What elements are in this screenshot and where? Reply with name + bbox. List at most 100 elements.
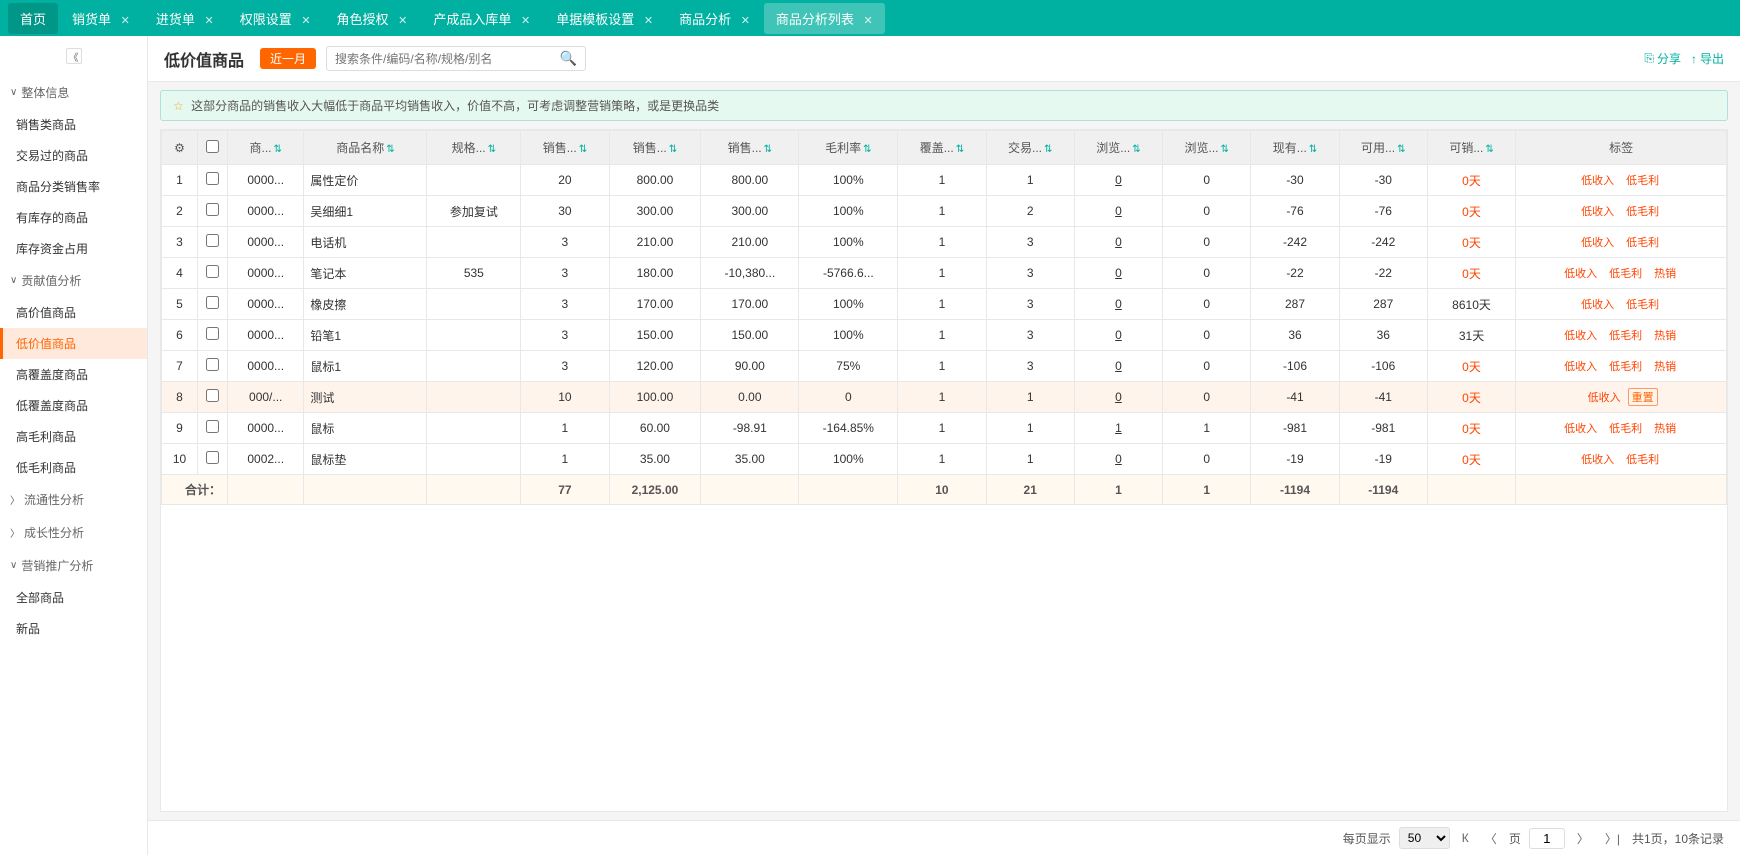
nav-home[interactable]: 首页	[8, 3, 58, 34]
col-view2[interactable]: 浏览...⇅	[1163, 131, 1251, 165]
row-checkbox[interactable]	[206, 451, 219, 464]
nav-analysis[interactable]: 商品分析 ✕	[667, 3, 762, 34]
nav-roleauth[interactable]: 角色授权 ✕	[325, 3, 420, 34]
col-settings[interactable]: ⚙	[162, 131, 198, 165]
export-btn[interactable]: ↑ 导出	[1691, 50, 1724, 67]
select-all-checkbox[interactable]	[206, 140, 219, 153]
close-analysis-list-icon[interactable]: ✕	[864, 15, 873, 27]
row-checkbox-cell[interactable]	[198, 382, 228, 413]
sidebar-item-high-value[interactable]: 高价值商品	[0, 297, 147, 328]
close-salesorder-icon[interactable]: ✕	[121, 15, 130, 27]
row-checkbox[interactable]	[206, 265, 219, 278]
row-view1[interactable]: 0	[1074, 320, 1162, 351]
next-page-btn[interactable]: 〉	[1573, 828, 1593, 849]
row-checkbox-cell[interactable]	[198, 196, 228, 227]
view1-link[interactable]: 0	[1115, 173, 1122, 187]
row-checkbox-cell[interactable]	[198, 227, 228, 258]
sidebar-group-contribution[interactable]: ∨ 贡献值分析	[0, 264, 147, 297]
page-input[interactable]	[1529, 828, 1565, 849]
view1-link[interactable]: 0	[1115, 297, 1122, 311]
row-view1[interactable]: 0	[1074, 196, 1162, 227]
period-tag-btn[interactable]: 近一月	[260, 48, 316, 69]
col-sellable[interactable]: 可销...⇅	[1427, 131, 1515, 165]
sidebar-item-sales-products[interactable]: 销售类商品	[0, 109, 147, 140]
sidebar-group-marketing[interactable]: ∨ 营销推广分析	[0, 549, 147, 582]
col-sales-qty[interactable]: 销售...⇅	[521, 131, 609, 165]
share-btn[interactable]: ⎘ 分享	[1644, 50, 1681, 67]
row-checkbox-cell[interactable]	[198, 289, 228, 320]
row-view1[interactable]: 0	[1074, 444, 1162, 475]
collapse-sidebar-btn[interactable]: 《	[66, 48, 82, 64]
row-checkbox-cell[interactable]	[198, 258, 228, 289]
sidebar-group-overview[interactable]: ∨ 整体信息	[0, 76, 147, 109]
row-checkbox[interactable]	[206, 327, 219, 340]
nav-template[interactable]: 单据模板设置 ✕	[544, 3, 665, 34]
search-input[interactable]	[335, 52, 560, 66]
sidebar-item-low-value[interactable]: 低价值商品	[0, 328, 147, 359]
sidebar-item-new-products[interactable]: 新品	[0, 613, 147, 644]
view1-link[interactable]: 0	[1115, 359, 1122, 373]
col-trade[interactable]: 交易...⇅	[986, 131, 1074, 165]
row-view1[interactable]: 0	[1074, 351, 1162, 382]
col-sales-amt[interactable]: 销售...⇅	[609, 131, 701, 165]
close-production-icon[interactable]: ✕	[521, 15, 530, 27]
sidebar-item-high-margin[interactable]: 高毛利商品	[0, 421, 147, 452]
view1-link[interactable]: 0	[1115, 452, 1122, 466]
sidebar-item-high-coverage[interactable]: 高覆盖度商品	[0, 359, 147, 390]
view1-link[interactable]: 1	[1115, 421, 1122, 435]
col-name[interactable]: 商品名称⇅	[304, 131, 427, 165]
col-gross-rate[interactable]: 毛利率⇅	[799, 131, 898, 165]
sidebar-group-growth[interactable]: 〉 成长性分析	[0, 516, 147, 549]
row-checkbox[interactable]	[206, 389, 219, 402]
sidebar-item-all-products[interactable]: 全部商品	[0, 582, 147, 613]
close-template-icon[interactable]: ✕	[644, 15, 653, 27]
nav-purchaseorder[interactable]: 进货单 ✕	[144, 3, 226, 34]
row-checkbox[interactable]	[206, 358, 219, 371]
row-checkbox[interactable]	[206, 203, 219, 216]
close-analysis-icon[interactable]: ✕	[741, 15, 750, 27]
row-checkbox-cell[interactable]	[198, 444, 228, 475]
col-checkbox[interactable]	[198, 131, 228, 165]
sidebar-item-stock-capital[interactable]: 库存资金占用	[0, 233, 147, 264]
row-checkbox-cell[interactable]	[198, 165, 228, 196]
nav-permissions[interactable]: 权限设置 ✕	[228, 3, 323, 34]
row-checkbox[interactable]	[206, 234, 219, 247]
close-permissions-icon[interactable]: ✕	[301, 15, 310, 27]
col-view1[interactable]: 浏览...⇅	[1074, 131, 1162, 165]
sidebar-item-category-rate[interactable]: 商品分类销售率	[0, 171, 147, 202]
nav-salesorder[interactable]: 销货单 ✕	[60, 3, 142, 34]
row-checkbox[interactable]	[206, 420, 219, 433]
row-checkbox[interactable]	[206, 296, 219, 309]
col-spec[interactable]: 规格...⇅	[427, 131, 521, 165]
row-checkbox[interactable]	[206, 172, 219, 185]
row-checkbox-cell[interactable]	[198, 320, 228, 351]
col-cover[interactable]: 覆盖...⇅	[898, 131, 986, 165]
view1-link[interactable]: 0	[1115, 328, 1122, 342]
close-purchaseorder-icon[interactable]: ✕	[204, 15, 213, 27]
per-page-select[interactable]: 50 100	[1399, 827, 1450, 849]
sidebar-item-stock-products[interactable]: 有库存的商品	[0, 202, 147, 233]
sidebar-group-circulation[interactable]: 〉 流通性分析	[0, 483, 147, 516]
view1-link[interactable]: 0	[1115, 390, 1122, 404]
row-view1[interactable]: 0	[1074, 227, 1162, 258]
col-stock2[interactable]: 可用...⇅	[1339, 131, 1427, 165]
view1-link[interactable]: 0	[1115, 266, 1122, 280]
col-stock1[interactable]: 现有...⇅	[1251, 131, 1339, 165]
row-view1[interactable]: 0	[1074, 165, 1162, 196]
sidebar-item-traded-products[interactable]: 交易过的商品	[0, 140, 147, 171]
close-roleauth-icon[interactable]: ✕	[398, 15, 407, 27]
first-page-btn[interactable]: К	[1458, 829, 1473, 847]
view1-link[interactable]: 0	[1115, 204, 1122, 218]
row-view1[interactable]: 1	[1074, 413, 1162, 444]
sidebar-item-low-margin[interactable]: 低毛利商品	[0, 452, 147, 483]
row-checkbox-cell[interactable]	[198, 351, 228, 382]
col-sales-price[interactable]: 销售...⇅	[701, 131, 799, 165]
nav-analysis-list[interactable]: 商品分析列表 ✕	[764, 3, 885, 34]
prev-page-btn[interactable]: 〈	[1481, 828, 1501, 849]
nav-production[interactable]: 产成品入库单 ✕	[421, 3, 542, 34]
search-icon[interactable]: 🔍	[560, 50, 577, 67]
row-checkbox-cell[interactable]	[198, 413, 228, 444]
row-view1[interactable]: 0	[1074, 258, 1162, 289]
tag-label[interactable]: 重置	[1628, 388, 1658, 406]
row-view1[interactable]: 0	[1074, 382, 1162, 413]
